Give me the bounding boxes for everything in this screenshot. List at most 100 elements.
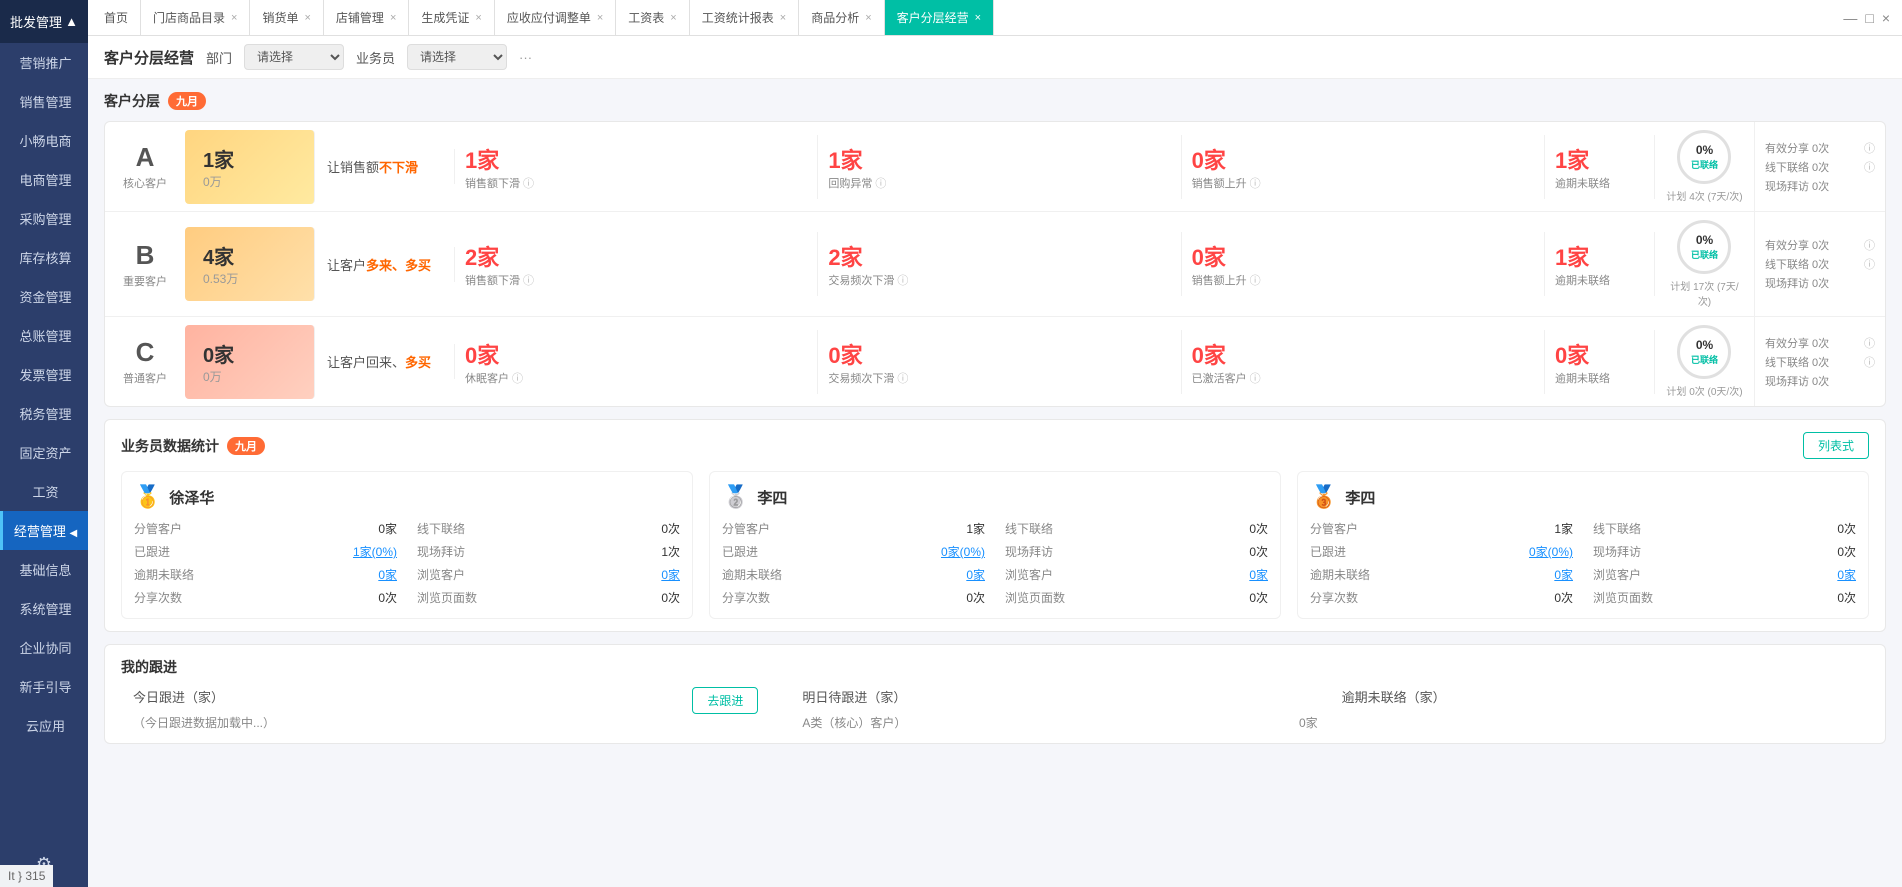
sidebar-item-purchase[interactable]: 采购管理 [0,199,88,238]
tier-row-c: C 普通客户 0家 0万 让客户回来、多买 0家 休眠客户 ⓘ [105,317,1885,406]
staff-name-row: 🥉 李四 [1310,484,1856,510]
sidebar-item-ledger[interactable]: 总账管理 [0,316,88,355]
staff-stat-row: 分管客户 0家 [134,520,397,537]
sidebar-item-label: 营销推广 [19,56,71,71]
info-icon[interactable]: ⓘ [897,370,908,386]
sidebar-item-label: 基础信息 [19,563,71,578]
tier-b-extra: 有效分享 0次 ⓘ 线下联络 0次 ⓘ 现场拜访 0次 [1755,229,1885,299]
info-icon[interactable]: ⓘ [1250,175,1261,191]
tier-b-metric-1: 2家 销售额下滑 ⓘ [455,232,818,296]
biz-month: 九月 [227,437,265,455]
sidebar-title: 批发管理 [10,12,62,31]
sidebar-item-label: 工资 [32,485,58,500]
sidebar-collapse-icon[interactable]: ▲ [65,14,78,29]
info-icon[interactable]: ⓘ [1864,335,1875,351]
tab-sales-order[interactable]: 销货单 × [250,0,323,35]
goto-followup-button[interactable]: 去跟进 [692,687,758,714]
tab-store-catalog[interactable]: 门店商品目录 × [141,0,250,35]
tab-close-icon[interactable]: × [597,12,603,24]
sidebar-item-marketing[interactable]: 营销推广 [0,43,88,82]
tab-store-manage[interactable]: 店铺管理 × [324,0,409,35]
staff-card-1: 🥈 李四 分管客户 1家 线下联络 0次 已跟进 [709,471,1281,619]
sidebar-item-ecommerce[interactable]: 电商管理 [0,160,88,199]
sidebar-item-invoice[interactable]: 发票管理 [0,355,88,394]
sidebar-item-tax[interactable]: 税务管理 [0,394,88,433]
staff-stat-row: 分享次数 0次 [134,589,397,606]
tab-close-icon[interactable]: × [475,12,481,24]
tab-close-icon[interactable]: × [304,12,310,24]
info-icon[interactable]: ⓘ [897,272,908,288]
info-icon[interactable]: ⓘ [1864,140,1875,156]
info-icon[interactable]: ⓘ [1864,159,1875,175]
staff-stat-row: 浏览页面数 0次 [417,589,680,606]
tab-receivable[interactable]: 应收应付调整单 × [495,0,616,35]
more-options-icon[interactable]: ··· [519,50,532,65]
tab-label: 工资表 [628,9,664,26]
tab-payroll-report[interactable]: 工资统计报表 × [690,0,799,35]
staff-card-2: 🥉 李四 分管客户 1家 线下联络 0次 已跟进 [1297,471,1869,619]
tab-customer-tier[interactable]: 客户分层经营 × [885,0,994,35]
staff-medal-icon: 🥇 [134,484,161,510]
staff-stat-row: 分享次数 0次 [1310,589,1573,606]
sidebar-item-inventory[interactable]: 库存核算 [0,238,88,277]
tab-minimize-icon[interactable]: — [1843,10,1857,26]
sidebar-item-system[interactable]: 系统管理 [0,589,88,628]
info-icon[interactable]: ⓘ [523,175,534,191]
info-icon[interactable]: ⓘ [1864,256,1875,272]
tier-b-label: B 重要客户 [105,232,185,297]
sidebar-item-payroll[interactable]: 工资 [0,472,88,511]
sidebar-item-capital[interactable]: 资金管理 [0,277,88,316]
info-icon[interactable]: ⓘ [1864,237,1875,253]
tab-expand-icon[interactable]: □ [1865,10,1873,26]
sidebar-item-sales[interactable]: 销售管理 [0,82,88,121]
info-icon[interactable]: ⓘ [523,272,534,288]
biz-header: 业务员数据统计 九月 列表式 [121,432,1869,459]
list-view-button[interactable]: 列表式 [1803,432,1869,459]
tab-close-icon[interactable]: × [865,12,871,24]
staff-stats: 分管客户 1家 线下联络 0次 已跟进 0家(0%) 现场拜访 [1310,520,1856,606]
staff-stat-row: 分管客户 1家 [722,520,985,537]
tab-close-icon[interactable]: × [670,12,676,24]
sidebar-item-basic[interactable]: 基础信息 [0,550,88,589]
info-icon[interactable]: ⓘ [1864,354,1875,370]
sidebar-item-label: 电商管理 [19,173,71,188]
staff-grid: 🥇 徐泽华 分管客户 0家 线下联络 0次 已跟进 [121,471,1869,619]
goto-followup-col: 去跟进 [660,687,790,714]
staff-name: 李四 [757,487,787,508]
sidebar-header[interactable]: 批发管理 ▲ [0,0,88,43]
tab-close-icon[interactable]: × [231,12,237,24]
overdue-label: 逾期未联络（家） [1342,687,1857,706]
tier-b-metric-2: 2家 交易频次下滑 ⓘ [818,232,1181,296]
staff-stat-row: 现场拜访 1次 [417,543,680,560]
tab-home[interactable]: 首页 [92,0,141,35]
sidebar-item-management[interactable]: 经营管理 ◀ [0,511,88,550]
tab-close-all-icon[interactable]: × [1882,10,1890,26]
info-icon[interactable]: ⓘ [1250,272,1261,288]
tab-close-icon[interactable]: × [975,12,981,24]
tab-close-icon[interactable]: × [780,12,786,24]
tier-a-stat: 1家 0万 [185,130,315,204]
sidebar-item-collab[interactable]: 企业协同 [0,628,88,667]
tab-voucher[interactable]: 生成凭证 × [409,0,494,35]
customer-tier-section: 客户分层 九月 A 核心客户 1家 0万 让销售额不下滑 [104,91,1886,407]
info-icon[interactable]: ⓘ [1250,370,1261,386]
tab-payroll[interactable]: 工资表 × [616,0,689,35]
sidebar-item-label: 资金管理 [19,290,71,305]
info-icon[interactable]: ⓘ [875,175,886,191]
sidebar-item-newbie[interactable]: 新手引导 [0,667,88,706]
tab-home-label: 首页 [104,9,128,26]
dept-select[interactable]: 请选择 [244,44,344,70]
tier-a-metric-1: 1家 销售额下滑 ⓘ [455,135,818,199]
staff-select[interactable]: 请选择 [407,44,507,70]
tab-close-icon[interactable]: × [390,12,396,24]
sidebar-item-label: 采购管理 [19,212,71,227]
info-icon[interactable]: ⓘ [512,370,523,386]
tab-product-analysis[interactable]: 商品分析 × [799,0,884,35]
sidebar-item-ecommerce-small[interactable]: 小畅电商 [0,121,88,160]
sidebar-item-label: 小畅电商 [19,134,71,149]
sidebar-item-cloud[interactable]: 云应用 [0,706,88,745]
staff-name-row: 🥇 徐泽华 [134,484,680,510]
tier-c-metric-3: 0家 已激活客户 ⓘ [1182,330,1545,394]
sidebar-item-assets[interactable]: 固定资产 [0,433,88,472]
staff-name: 李四 [1345,487,1375,508]
